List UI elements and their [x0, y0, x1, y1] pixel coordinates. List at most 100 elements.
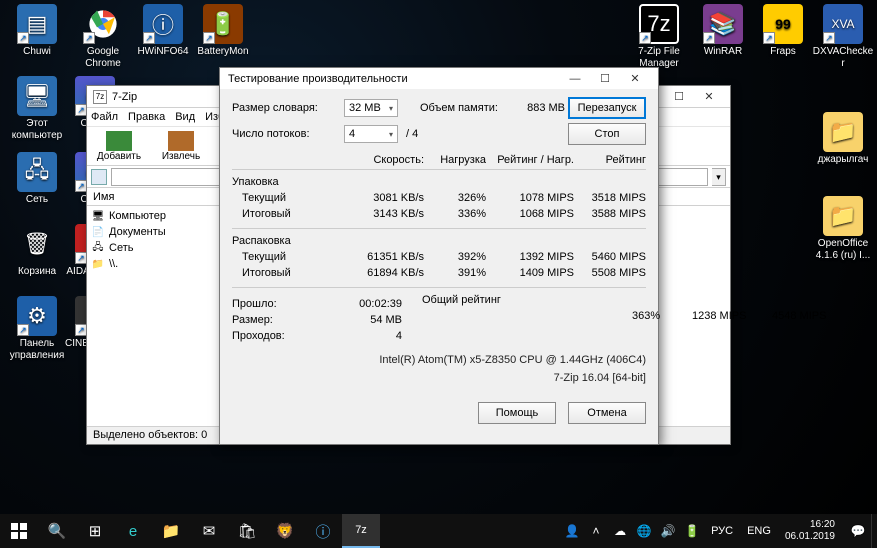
passes-value: 4	[322, 330, 402, 342]
menu-file[interactable]: Файл	[91, 111, 118, 123]
cell: 336%	[424, 208, 486, 220]
people-icon[interactable]: 👤	[563, 522, 581, 540]
app-icon: 7z	[93, 90, 107, 104]
computer-icon	[91, 169, 107, 185]
cancel-button[interactable]: Отмена	[568, 402, 646, 424]
desktop-icon-network[interactable]: 🖧Сеть	[6, 152, 68, 206]
taskbar-mail[interactable]: ✉	[190, 514, 228, 548]
taskbar-edge[interactable]: e	[114, 514, 152, 548]
threads-label: Число потоков:	[232, 128, 344, 140]
desktop-icon-dxva[interactable]: XVA↗DXVAChecker	[812, 4, 874, 70]
row-label: Итоговый	[232, 208, 352, 220]
titlebar[interactable]: Тестирование производительности — ☐ ✕	[220, 68, 658, 89]
dict-size-label: Размер словаря:	[232, 102, 344, 114]
size-label: Размер:	[232, 314, 322, 326]
restart-button[interactable]: Перезапуск	[568, 97, 646, 119]
taskbar-hwinfo[interactable]: ⓘ	[304, 514, 342, 548]
threads-max: / 4	[406, 128, 418, 140]
cell: 3588 MIPS	[574, 208, 646, 220]
show-desktop-button[interactable]	[871, 514, 877, 548]
memory-value: 883 MB	[510, 102, 565, 114]
maximize-button[interactable]: ☐	[664, 87, 694, 107]
size-value: 54 MB	[322, 314, 402, 326]
desktop-icon-batterymon[interactable]: 🔋↗BatteryMon	[192, 4, 254, 58]
toolbar-add[interactable]: Добавить	[93, 131, 145, 162]
row-label: Итоговый	[232, 267, 352, 279]
icon-label: WinRAR	[692, 46, 754, 58]
menu-edit[interactable]: Правка	[128, 111, 165, 123]
cell: 392%	[424, 251, 486, 263]
tray-expand-icon[interactable]: ˄	[587, 522, 605, 540]
minimize-button[interactable]: —	[560, 69, 590, 89]
network-icon: 🖧	[91, 241, 105, 255]
desktop-icon-chrome[interactable]: ↗Google Chrome	[72, 4, 134, 70]
icon-label: Сеть	[6, 194, 68, 206]
table-row: Итоговый 61894 KB/s 391% 1409 MIPS 5508 …	[232, 265, 646, 281]
taskbar: 🔍 ⊞ e 📁 ✉ 🛍 🦁 ⓘ 7z 👤 ˄ ☁ 🌐 🔊 🔋 РУС ENG 1…	[0, 514, 877, 548]
item-label: Сеть	[109, 242, 133, 254]
toolbar-label: Извлечь	[162, 151, 200, 162]
item-label: Компьютер	[109, 210, 166, 222]
threads-select[interactable]: 4▾	[344, 125, 398, 143]
close-button[interactable]: ✕	[694, 87, 724, 107]
search-button[interactable]: 🔍	[38, 514, 76, 548]
desktop-icon-fraps[interactable]: 99↗Fraps	[752, 4, 814, 58]
overall-rating-label: Общий рейтинг	[422, 294, 842, 306]
icon-label: Fraps	[752, 46, 814, 58]
taskbar-explorer[interactable]: 📁	[152, 514, 190, 548]
input-lang-2[interactable]: ENG	[743, 523, 775, 539]
toolbar-label: Добавить	[97, 151, 141, 162]
cell: 3081 KB/s	[352, 192, 424, 204]
clock-date: 06.01.2019	[785, 531, 835, 543]
dict-size-select[interactable]: 32 MB▾	[344, 99, 398, 117]
window-title: 7-Zip	[112, 91, 137, 103]
input-lang-1[interactable]: РУС	[707, 523, 737, 539]
icon-label: Google Chrome	[72, 46, 134, 70]
clock-time: 16:20	[785, 519, 835, 531]
cell: 1078 MIPS	[486, 192, 574, 204]
threads-value: 4	[349, 128, 355, 140]
item-label: \\.	[109, 258, 118, 270]
taskbar-store[interactable]: 🛍	[228, 514, 266, 548]
network-icon[interactable]: 🌐	[635, 522, 653, 540]
action-center-icon[interactable]: 💬	[849, 522, 867, 540]
system-tray: 👤 ˄ ☁ 🌐 🔊 🔋 РУС ENG 16:20 06.01.2019 💬	[559, 517, 871, 545]
path-dropdown[interactable]: ▾	[712, 168, 726, 186]
desktop-icon-chuwi[interactable]: ▤↗Chuwi	[6, 4, 68, 58]
passes-label: Проходов:	[232, 330, 322, 342]
cell: 5460 MIPS	[574, 251, 646, 263]
taskbar-7zip[interactable]: 7z	[342, 514, 380, 548]
desktop-icon-7zip[interactable]: 7z↗7-Zip File Manager	[628, 4, 690, 70]
icon-label: DXVAChecker	[812, 46, 874, 70]
taskbar-clock[interactable]: 16:20 06.01.2019	[781, 517, 843, 545]
start-button[interactable]	[0, 514, 38, 548]
onedrive-icon[interactable]: ☁	[611, 522, 629, 540]
icon-label: Корзина	[6, 266, 68, 278]
desktop-icon-hwinfo[interactable]: ⓘ↗HWiNFO64	[132, 4, 194, 58]
taskbar-app1[interactable]: 🦁	[266, 514, 304, 548]
desktop-icon-this-pc[interactable]: 🖥Этот компьютер	[6, 76, 68, 142]
battery-icon[interactable]: 🔋	[683, 522, 701, 540]
desktop-icon-recycle[interactable]: 🗑Корзина	[6, 224, 68, 278]
documents-icon: 📄	[91, 225, 105, 239]
memory-label: Объем памяти:	[420, 102, 510, 114]
desktop-icon-openoffice[interactable]: 📁OpenOffice 4.1.6 (ru) I...	[812, 196, 874, 262]
cell: 3518 MIPS	[574, 192, 646, 204]
volume-icon[interactable]: 🔊	[659, 522, 677, 540]
menu-view[interactable]: Вид	[175, 111, 195, 123]
desktop-icon-control-panel[interactable]: ⚙↗Панель управления	[6, 296, 68, 362]
section-pack: Упаковка	[232, 176, 646, 188]
toolbar-extract[interactable]: Извлечь	[155, 131, 207, 162]
desktop-icon-folder1[interactable]: 📁джарылгач	[812, 112, 874, 166]
maximize-button[interactable]: ☐	[590, 69, 620, 89]
version-info: 7-Zip 16.04 [64-bit]	[232, 372, 646, 384]
help-button[interactable]: Помощь	[478, 402, 556, 424]
col-speed: Скорость:	[352, 154, 424, 166]
close-button[interactable]: ✕	[620, 69, 650, 89]
computer-icon: 🖥	[91, 209, 105, 223]
stop-button[interactable]: Стоп	[568, 123, 646, 145]
window-title: Тестирование производительности	[228, 73, 408, 85]
task-view-button[interactable]: ⊞	[76, 514, 114, 548]
desktop-icon-winrar[interactable]: 📚↗WinRAR	[692, 4, 754, 58]
row-label: Текущий	[232, 192, 352, 204]
